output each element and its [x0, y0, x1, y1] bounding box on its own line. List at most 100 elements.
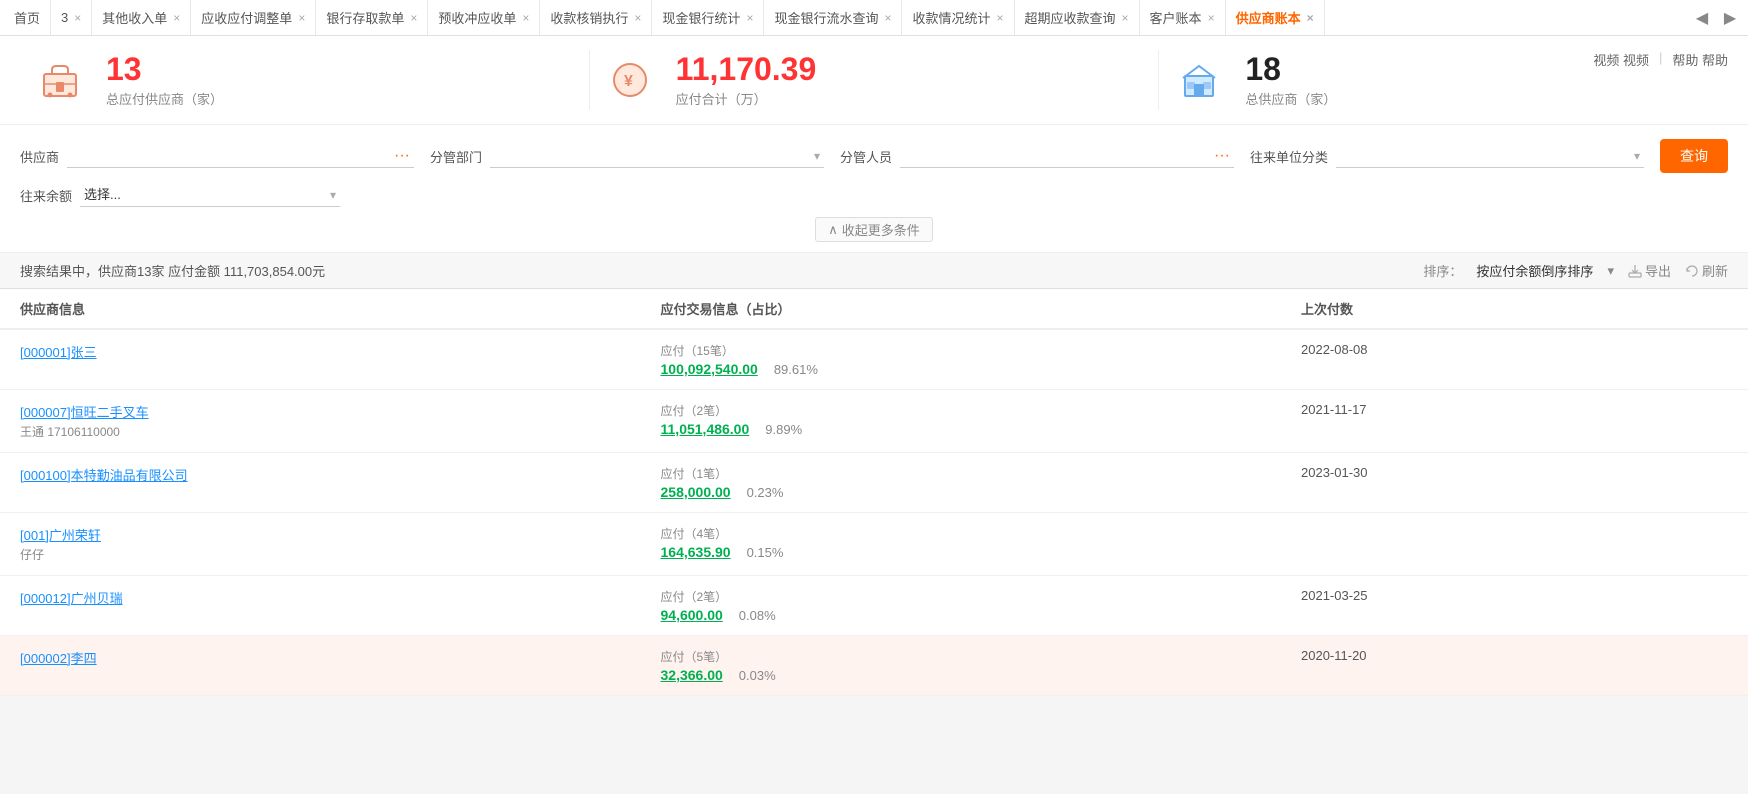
close-tab-icon[interactable]: × — [746, 11, 753, 25]
trans-amount-row: 258,000.00 0.23% — [661, 484, 1302, 500]
trans-amount-link[interactable]: 11,051,486.00 — [661, 421, 750, 437]
stat-info: 18总供应商（家） — [1245, 53, 1336, 108]
stat-number: 13 — [106, 53, 223, 85]
nav-tab[interactable]: 其他收入单× — [92, 0, 191, 36]
filter-dept: 分管部门 ▾ — [430, 144, 824, 168]
stat-block: ¥ 11,170.39应付合计（万） — [590, 50, 1160, 110]
close-tab-icon[interactable]: × — [298, 11, 305, 25]
supplier-cell: [000002]李四 — [20, 648, 661, 667]
nav-tab[interactable]: 超期应收款查询× — [1015, 0, 1140, 36]
trans-cell: 应付（4笔）164,635.900.15% — [661, 525, 1302, 560]
supplier-link[interactable]: [000001]张三 — [20, 345, 97, 360]
trans-label: 应付（5笔） — [661, 648, 1302, 665]
balance-select[interactable]: 选择... — [80, 183, 340, 206]
trans-label: 应付（2笔） — [661, 588, 1302, 605]
dept-select[interactable] — [490, 144, 824, 167]
nav-tab[interactable]: 客户账本× — [1140, 0, 1226, 36]
nav-tab[interactable]: 银行存取款单× — [316, 0, 428, 36]
trans-percent: 89.61% — [774, 362, 818, 377]
table-row: [001]广州荣轩仔仔应付（4笔）164,635.900.15% — [0, 513, 1748, 576]
supplier-cell: [000001]张三 — [20, 342, 661, 361]
supplier-cell: [001]广州荣轩仔仔 — [20, 525, 661, 563]
trans-percent: 0.23% — [747, 485, 784, 500]
close-tab-icon[interactable]: × — [1307, 11, 1314, 25]
col-header-supplier: 供应商信息 — [20, 299, 661, 318]
filter-row-1: 供应商 ··· 分管部门 ▾ 分管人员 ··· — [20, 139, 1728, 173]
close-tab-icon[interactable]: × — [1208, 11, 1215, 25]
trans-percent: 0.15% — [747, 545, 784, 560]
trans-percent: 0.08% — [739, 608, 776, 623]
dept-select-wrap: ▾ — [490, 144, 824, 168]
supplier-link[interactable]: [001]广州荣轩 — [20, 528, 101, 543]
trans-label: 应付（15笔） — [661, 342, 1302, 359]
trans-cell: 应付（1笔）258,000.000.23% — [661, 465, 1302, 500]
filter-person: 分管人员 ··· — [840, 144, 1234, 168]
last-payment-date: 2023-01-30 — [1301, 465, 1728, 480]
header-actions: 视频 视频 | 帮助 帮助 — [1593, 50, 1728, 69]
person-input[interactable] — [900, 144, 1234, 167]
supplier-link[interactable]: [000012]广州贝瑞 — [20, 591, 123, 606]
close-tab-icon[interactable]: × — [173, 11, 180, 25]
close-tab-icon[interactable]: × — [522, 11, 529, 25]
trans-amount-link[interactable]: 164,635.90 — [661, 544, 731, 560]
trans-percent: 0.03% — [739, 668, 776, 683]
supplier-sub-info: 王通 17106110000 — [20, 423, 661, 440]
trans-amount-link[interactable]: 100,092,540.00 — [661, 361, 758, 377]
table-row: [000001]张三 应付（15笔） 100,092,540.00 89.61% 202… — [0, 330, 1748, 390]
nav-tab[interactable]: 收款情况统计× — [902, 0, 1014, 36]
trans-amount-row: 164,635.90 0.15% — [661, 544, 1302, 560]
nav-tab[interactable]: 3× — [51, 0, 92, 36]
person-label: 分管人员 — [840, 147, 892, 166]
supplier-link[interactable]: [000007]恒旺二手叉车 — [20, 405, 149, 420]
collapse-button[interactable]: ∧ 收起更多条件 — [815, 217, 933, 242]
supplier-link[interactable]: [000002]李四 — [20, 651, 97, 666]
main-table: 供应商信息 应付交易信息（占比） 上次付数 [000001]张三应付（15笔）1… — [0, 289, 1748, 696]
trans-amount-link[interactable]: 258,000.00 — [661, 484, 731, 500]
close-tab-icon[interactable]: × — [1122, 11, 1129, 25]
person-dots-icon[interactable]: ··· — [1214, 147, 1230, 165]
export-button[interactable]: 导出 — [1628, 261, 1671, 280]
nav-bar: 首页3×其他收入单×应收应付调整单×银行存取款单×预收冲应收单×收款核销执行×现… — [0, 0, 1748, 36]
table-row: [000002]李四应付（5笔）32,366.000.03%2020-11-20 — [0, 636, 1748, 696]
close-tab-icon[interactable]: × — [410, 11, 417, 25]
supplier-input[interactable] — [67, 144, 414, 167]
nav-next-arrow[interactable]: ▶ — [1716, 0, 1744, 36]
close-tab-icon[interactable]: × — [74, 11, 81, 25]
col-header-trans: 应付交易信息（占比） — [661, 299, 1302, 318]
store-icon — [1169, 50, 1229, 110]
balance-label: 往来余额 — [20, 186, 72, 205]
category-select[interactable] — [1336, 144, 1644, 167]
result-text: 搜索结果中，供应商13家 应付金额 111,703,854.00元 — [20, 261, 325, 280]
supplier-link[interactable]: [000100]本特勤油品有限公司 — [20, 468, 188, 483]
trans-label: 应付（2笔） — [661, 402, 1302, 419]
table-row: [000012]广州贝瑞应付（2笔）94,600.000.08%2021-03-… — [0, 576, 1748, 636]
nav-tab[interactable]: 现金银行流水查询× — [764, 0, 902, 36]
supplier-dots-icon[interactable]: ··· — [394, 147, 410, 165]
trans-cell: 应付（2笔）11,051,486.009.89% — [661, 402, 1302, 437]
query-button[interactable]: 查询 — [1660, 139, 1728, 173]
trans-amount-link[interactable]: 32,366.00 — [661, 667, 723, 683]
stat-info: 13总应付供应商（家） — [106, 53, 223, 108]
category-select-wrap: ▾ — [1336, 144, 1644, 168]
balance-select-wrap: 选择... ▾ — [80, 183, 340, 207]
nav-prev-arrow[interactable]: ◀ — [1688, 0, 1716, 36]
nav-tab[interactable]: 应收应付调整单× — [191, 0, 316, 36]
supplier-cell: [000012]广州贝瑞 — [20, 588, 661, 607]
trans-amount-link[interactable]: 94,600.00 — [661, 607, 723, 623]
sort-value[interactable]: 按应付余额倒序排序 — [1476, 261, 1593, 280]
help-link[interactable]: 帮助 帮助 — [1672, 50, 1728, 69]
nav-tab[interactable]: 现金银行统计× — [652, 0, 764, 36]
nav-tab[interactable]: 首页 — [4, 0, 51, 36]
last-payment-date: 2022-08-08 — [1301, 342, 1728, 357]
refresh-button[interactable]: 刷新 — [1685, 261, 1728, 280]
close-tab-icon[interactable]: × — [884, 11, 891, 25]
video-link[interactable]: 视频 视频 — [1593, 50, 1649, 69]
close-tab-icon[interactable]: × — [634, 11, 641, 25]
close-tab-icon[interactable]: × — [997, 11, 1004, 25]
nav-tab[interactable]: 收款核销执行× — [540, 0, 652, 36]
supplier-icon — [30, 50, 90, 110]
filter-area: 供应商 ··· 分管部门 ▾ 分管人员 ··· — [0, 125, 1748, 253]
nav-tab[interactable]: 预收冲应收单× — [428, 0, 540, 36]
person-input-wrap: ··· — [900, 144, 1234, 168]
nav-tab[interactable]: 供应商账本× — [1226, 0, 1325, 36]
